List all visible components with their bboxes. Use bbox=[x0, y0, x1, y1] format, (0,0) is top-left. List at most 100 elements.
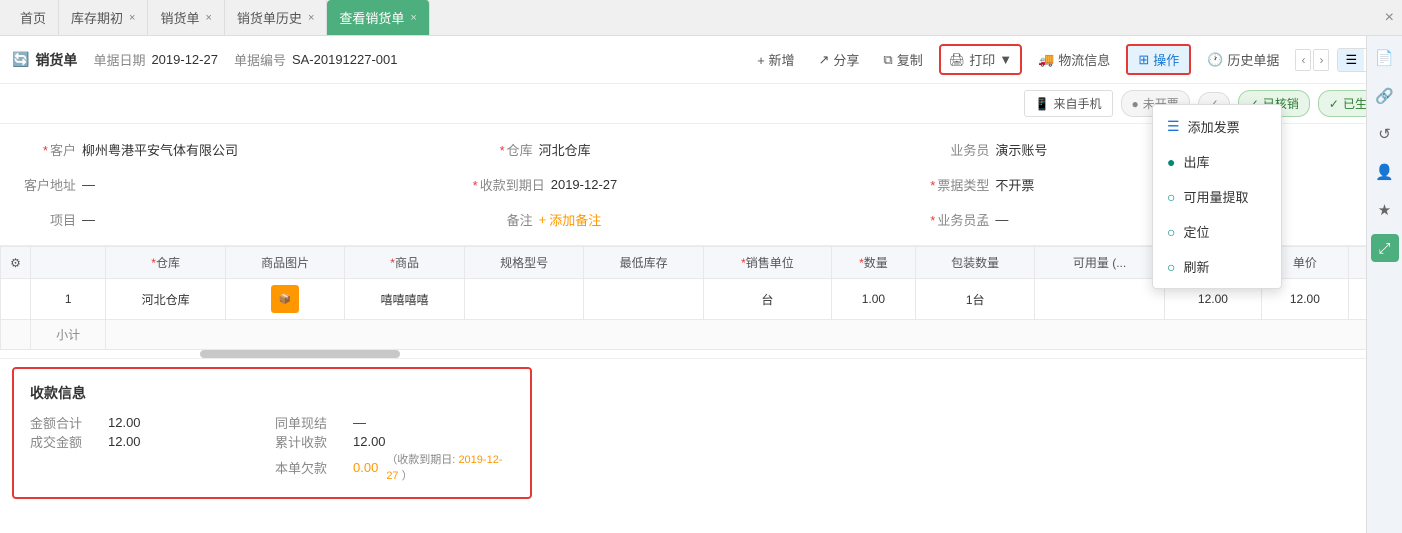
header-bar: 🔄 销货单 单据日期 2019-12-27 单据编号 SA-20191227-0… bbox=[0, 36, 1402, 84]
close-view-sales-tab[interactable]: × bbox=[410, 12, 416, 24]
operation-icon: ⊞ bbox=[1138, 52, 1149, 68]
close-sales-tab[interactable]: × bbox=[205, 12, 211, 24]
subtotal-label: 小计 bbox=[31, 320, 106, 350]
payment-date-row: 收款到期日 2019-12-27 bbox=[473, 171, 930, 198]
link-sidebar-button[interactable]: 🔗 bbox=[1371, 82, 1399, 110]
add-invoice-item[interactable]: ☰ 添加发票 bbox=[1153, 109, 1281, 144]
unit-col-header: *销售单位 bbox=[703, 247, 831, 279]
share-icon: ↗ bbox=[818, 52, 829, 68]
print-icon: 🖨 bbox=[949, 52, 966, 68]
tab-home[interactable]: 首页 bbox=[8, 0, 59, 35]
row-product-img: 📦 bbox=[225, 279, 345, 320]
print-dropdown-arrow: ▼ bbox=[999, 52, 1012, 67]
spec-col-header: 规格型号 bbox=[464, 247, 584, 279]
history-icon: 🕐 bbox=[1207, 52, 1223, 68]
next-button[interactable]: › bbox=[1313, 49, 1329, 71]
horizontal-scrollbar[interactable] bbox=[200, 350, 400, 358]
total-label: 金额合计 bbox=[30, 413, 100, 432]
refresh-item[interactable]: ○ 刷新 bbox=[1153, 249, 1281, 284]
payment-title: 收款信息 bbox=[30, 383, 514, 403]
star-sidebar-button[interactable]: ★ bbox=[1371, 196, 1399, 224]
payment-date-value: 2019-12-27 bbox=[551, 177, 618, 192]
customer-label: 客户 bbox=[16, 140, 76, 159]
transaction-label: 成交金额 bbox=[30, 432, 100, 451]
customer-value: 柳州粤港平安气体有限公司 bbox=[82, 140, 238, 159]
from-phone-button[interactable]: 📱 来自手机 bbox=[1024, 90, 1113, 117]
cumulative-row: 累计收款 12.00 bbox=[275, 432, 514, 451]
right-sidebar: 📄 🔗 ↺ 👤 ★ ⤢ bbox=[1366, 36, 1402, 533]
cumulative-label: 累计收款 bbox=[275, 432, 345, 451]
refresh-icon: ○ bbox=[1167, 259, 1175, 275]
logistics-button[interactable]: 🚚 物流信息 bbox=[1030, 46, 1118, 73]
refresh-sidebar-button[interactable]: ↺ bbox=[1371, 120, 1399, 148]
tab-view-sales[interactable]: 查看销货单 × bbox=[327, 0, 429, 35]
staff-label: 业务员 bbox=[929, 140, 989, 159]
date-value: 2019-12-27 bbox=[151, 52, 218, 67]
available-qty-item[interactable]: ○ 可用量提取 bbox=[1153, 179, 1281, 214]
locate-icon: ○ bbox=[1167, 224, 1175, 240]
img-col-header: 商品图片 bbox=[225, 247, 345, 279]
total-row: 金额合计 12.00 bbox=[30, 413, 269, 432]
address-row: 客户地址 — bbox=[16, 171, 473, 198]
row-available bbox=[1035, 279, 1164, 320]
prev-button[interactable]: ‹ bbox=[1295, 49, 1311, 71]
add-note-button[interactable]: + 添加备注 bbox=[539, 210, 602, 229]
address-label: 客户地址 bbox=[16, 175, 76, 194]
staff2-value: — bbox=[995, 212, 1008, 227]
new-button[interactable]: + 新增 bbox=[749, 46, 802, 73]
due-row: 本单欠款 0.00 （收款到期日: 2019-12-27 ） bbox=[275, 451, 514, 483]
ticket-type-label: 票据类型 bbox=[929, 175, 989, 194]
due-hint: （收款到期日: 2019-12-27 ） bbox=[386, 451, 514, 483]
locate-item[interactable]: ○ 定位 bbox=[1153, 214, 1281, 249]
warehouse-label: 仓库 bbox=[473, 140, 533, 159]
row-product: 嘻嘻嘻嘻 bbox=[345, 279, 465, 320]
transaction-value: 12.00 bbox=[108, 434, 141, 449]
customer-row: 客户 柳州粤港平安气体有限公司 bbox=[16, 136, 473, 163]
payment-section: 收款信息 金额合计 12.00 成交金额 12.00 同单现结 — bbox=[12, 367, 532, 499]
list-view-button[interactable]: ☰ bbox=[1338, 49, 1364, 71]
tab-sales-order[interactable]: 销货单 × bbox=[148, 0, 224, 35]
ticket-type-value: 不开票 bbox=[995, 175, 1034, 194]
subtotal-row: 小计 bbox=[1, 320, 1402, 350]
doc-title: 销货单 bbox=[35, 50, 77, 70]
history-button[interactable]: 🕐 历史单据 bbox=[1199, 46, 1287, 73]
note-label: 备注 bbox=[473, 210, 533, 229]
tab-sales-history[interactable]: 销货单历史 × bbox=[225, 0, 327, 35]
expand-sidebar-button[interactable]: ⤢ bbox=[1371, 234, 1399, 262]
close-history-tab[interactable]: × bbox=[308, 12, 314, 24]
transaction-row: 成交金额 12.00 bbox=[30, 432, 269, 451]
row-num: 1 bbox=[31, 279, 106, 320]
copy-button[interactable]: ⧉ 复制 bbox=[875, 46, 930, 73]
window-close-button[interactable]: × bbox=[1385, 9, 1394, 27]
operation-button[interactable]: ⊞ 操作 bbox=[1126, 44, 1191, 75]
same-order-label: 同单现结 bbox=[275, 413, 345, 432]
share-button[interactable]: ↗ 分享 bbox=[810, 46, 867, 73]
operation-dropdown: ☰ 添加发票 ● 出库 ○ 可用量提取 ○ 定位 ○ 刷新 bbox=[1152, 104, 1282, 289]
num-col-header bbox=[31, 247, 106, 279]
tab-inventory-init[interactable]: 库存期初 × bbox=[59, 0, 148, 35]
warehouse-col-header: *仓库 bbox=[106, 247, 226, 279]
product-image: 📦 bbox=[271, 285, 299, 313]
project-row: 项目 — bbox=[16, 206, 473, 233]
check-icon3: ✓ bbox=[1329, 97, 1339, 111]
print-button[interactable]: 🖨 打印 ▼ bbox=[939, 44, 1022, 75]
outbound-item[interactable]: ● 出库 bbox=[1153, 144, 1281, 179]
note-row: 备注 + 添加备注 bbox=[473, 206, 930, 233]
doc-sidebar-button[interactable]: 📄 bbox=[1371, 44, 1399, 72]
minstock-col-header: 最低库存 bbox=[584, 247, 704, 279]
due-value: 0.00 bbox=[353, 460, 378, 475]
outbound-icon: ● bbox=[1167, 154, 1175, 170]
row-unit: 台 bbox=[703, 279, 831, 320]
row-minstock bbox=[584, 279, 704, 320]
available-qty-icon: ○ bbox=[1167, 189, 1175, 205]
plus-icon: + bbox=[539, 212, 547, 227]
copy-icon: ⧉ bbox=[883, 52, 892, 68]
row-packqty: 1台 bbox=[915, 279, 1035, 320]
date-label: 单据日期 bbox=[93, 50, 145, 69]
close-inventory-tab[interactable]: × bbox=[129, 12, 135, 24]
header-actions: + 新增 ↗ 分享 ⧉ 复制 🖨 打印 ▼ 🚚 物流信息 bbox=[749, 44, 1390, 75]
due-label: 本单欠款 bbox=[275, 458, 345, 477]
row-qty: 1.00 bbox=[831, 279, 915, 320]
user-sidebar-button[interactable]: 👤 bbox=[1371, 158, 1399, 186]
nav-arrows: ‹ › bbox=[1295, 49, 1329, 71]
